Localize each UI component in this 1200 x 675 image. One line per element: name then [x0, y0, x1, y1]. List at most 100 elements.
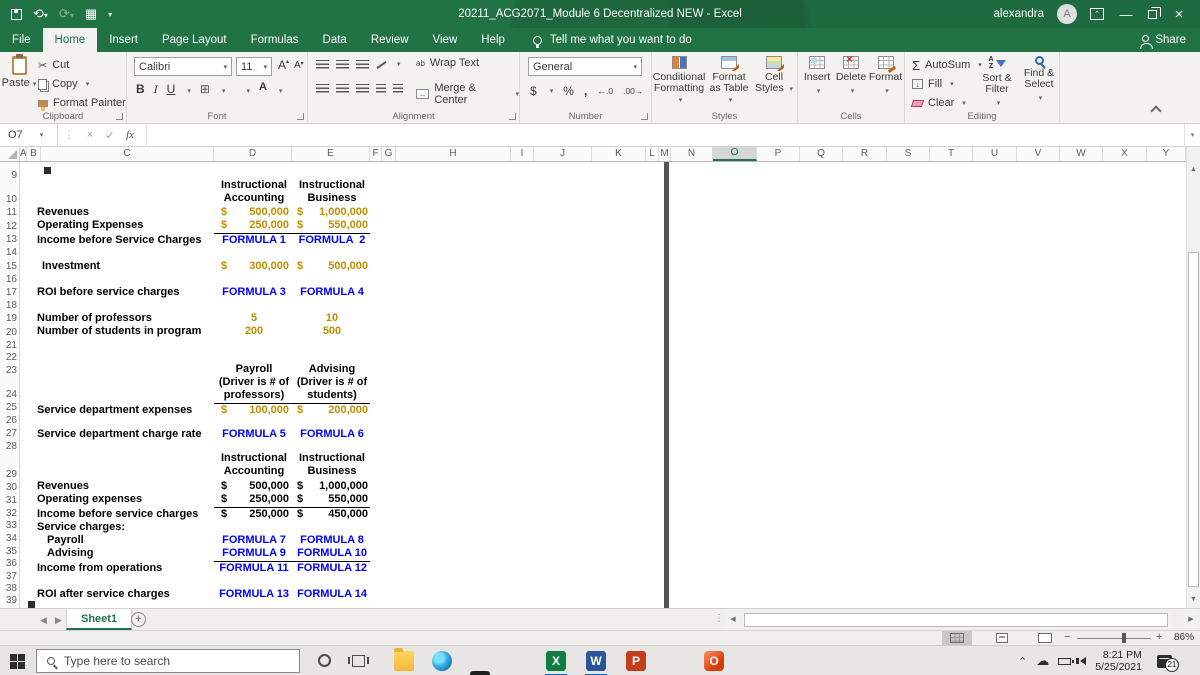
borders-icon[interactable]: ⊞	[200, 82, 210, 96]
copy-button[interactable]: Copy ▾	[38, 75, 126, 93]
column-header-T[interactable]: T	[930, 147, 973, 161]
hidden-icons-chevron[interactable]: ⌃	[1018, 655, 1027, 668]
cell-value[interactable]: $250,000	[221, 219, 289, 232]
cell-value[interactable]: professors)	[214, 389, 294, 402]
cell-value[interactable]: $1,000,000	[297, 480, 368, 493]
font-dialog-launcher[interactable]	[297, 113, 304, 120]
cell-value[interactable]: $200,000	[297, 404, 368, 417]
zoom-slider[interactable]	[1077, 638, 1151, 639]
expand-formula-bar-icon[interactable]: ▾	[1184, 123, 1200, 147]
orientation-icon[interactable]	[376, 61, 387, 69]
cell-value[interactable]: Instructional	[214, 452, 294, 465]
cell-value[interactable]: $1,000,000	[297, 206, 368, 219]
cell-value[interactable]: Business	[292, 192, 372, 205]
cell-value[interactable]: $300,000	[221, 260, 289, 273]
increase-indent-icon[interactable]	[393, 84, 403, 93]
grow-font-icon[interactable]: A▴	[278, 58, 289, 72]
column-header-V[interactable]: V	[1017, 147, 1060, 161]
ribbon-display-options-icon[interactable]: ⌃	[1090, 8, 1104, 20]
page-layout-view-button[interactable]	[987, 631, 1017, 645]
clear-button[interactable]: Clear ▾	[910, 94, 982, 112]
sheet-tab-sheet1[interactable]: Sheet1	[66, 609, 133, 630]
cell-value[interactable]: 10	[292, 312, 372, 325]
next-sheet-icon[interactable]: ▶	[55, 609, 62, 631]
column-header-Q[interactable]: Q	[800, 147, 843, 161]
row-header-14[interactable]: 14	[0, 247, 17, 259]
collapse-ribbon-icon[interactable]	[1150, 105, 1162, 117]
format-as-table-button[interactable]: Format as Table ▾	[706, 56, 752, 106]
cell-value[interactable]: $500,000	[221, 206, 289, 219]
tab-view[interactable]: View	[421, 28, 470, 52]
decrease-indent-icon[interactable]	[376, 84, 386, 93]
font-family-select[interactable]: Calibri ▾	[134, 57, 232, 76]
office-icon[interactable]: O	[704, 651, 724, 671]
account-name[interactable]: alexandra	[993, 8, 1044, 20]
new-sheet-button[interactable]: +	[131, 612, 146, 627]
cell-value[interactable]: FORMULA 8	[292, 534, 372, 547]
decrease-decimal-icon[interactable]: .00→	[623, 86, 643, 96]
vertical-scroll-thumb[interactable]	[1188, 252, 1199, 587]
column-header-I[interactable]: I	[511, 147, 534, 161]
column-header-L[interactable]: L	[646, 147, 659, 161]
cell-value[interactable]: $500,000	[221, 480, 289, 493]
column-header-R[interactable]: R	[843, 147, 887, 161]
cell-value[interactable]: Advising	[292, 363, 372, 376]
underline-icon[interactable]: U	[167, 82, 176, 96]
column-header-E[interactable]: E	[292, 147, 370, 161]
cell-value[interactable]: Instructional	[292, 179, 372, 192]
cell-value[interactable]: FORMULA 14	[292, 588, 372, 601]
normal-view-button[interactable]	[942, 631, 972, 645]
column-header-N[interactable]: N	[671, 147, 713, 161]
tell-me-box[interactable]: Tell me what you want to do	[532, 28, 692, 52]
increase-decimal-icon[interactable]: ←.0	[598, 86, 614, 96]
fill-button[interactable]: ↓ Fill ▾	[912, 75, 982, 93]
row-header-16[interactable]: 16	[0, 274, 17, 286]
cell-value[interactable]: FORMULA 6	[292, 428, 372, 441]
cell-value[interactable]: Instructional	[292, 452, 372, 465]
cell-value[interactable]: Instructional	[214, 179, 294, 192]
number-format-select[interactable]: General ▾	[528, 57, 642, 76]
paste-button[interactable]: Paste ▾	[2, 54, 36, 89]
qat-command-icon[interactable]: ▦	[85, 6, 97, 22]
cell-value[interactable]: FORMULA 11	[214, 562, 294, 575]
redo-icon[interactable]: ⟳▾	[59, 6, 74, 22]
cell-value[interactable]: $500,000	[297, 260, 368, 273]
cell-value[interactable]: 500	[292, 325, 372, 338]
cell-value[interactable]: Payroll	[214, 363, 294, 376]
column-header-Y[interactable]: Y	[1147, 147, 1186, 161]
save-icon[interactable]	[11, 8, 22, 20]
cell-value[interactable]: Accounting	[214, 465, 294, 478]
column-header-D[interactable]: D	[214, 147, 292, 161]
autosum-button[interactable]: Σ AutoSum ▾	[912, 56, 982, 74]
cell-value[interactable]: Business	[292, 465, 372, 478]
cell-value[interactable]: $450,000	[297, 508, 368, 521]
cell-value[interactable]: 5	[214, 312, 294, 325]
cell-value[interactable]: (Driver is # of	[292, 376, 372, 389]
percent-style-icon[interactable]: %	[563, 84, 574, 98]
tab-data[interactable]: Data	[311, 28, 359, 52]
previous-sheet-icon[interactable]: ◀	[40, 609, 47, 631]
column-header-O[interactable]: O	[713, 147, 757, 161]
sort-filter-button[interactable]: AZ Sort & Filter ▾	[977, 56, 1017, 109]
merge-center-button[interactable]: ↔ Merge & Center ▾	[416, 82, 519, 106]
scroll-down-icon[interactable]: ▼	[1187, 592, 1200, 607]
battery-icon[interactable]	[1058, 657, 1075, 665]
restore-button[interactable]	[1148, 6, 1161, 19]
avatar[interactable]: A	[1057, 4, 1077, 24]
cell-value[interactable]: FORMULA 3	[214, 286, 294, 299]
column-header-J[interactable]: J	[534, 147, 592, 161]
cell-value[interactable]: (Driver is # of	[214, 376, 294, 389]
row-header-21[interactable]: 21	[0, 340, 17, 352]
zoom-slider-thumb[interactable]	[1122, 633, 1126, 643]
cell-value[interactable]: $100,000	[221, 404, 289, 417]
cell-value[interactable]: $550,000	[297, 219, 368, 232]
name-box-dropdown-icon[interactable]: ▾	[40, 131, 44, 139]
window-split-bar[interactable]	[664, 162, 669, 608]
conditional-formatting-button[interactable]: Conditional Formatting ▾	[653, 56, 705, 106]
customize-qat-icon[interactable]: ▾	[108, 10, 112, 19]
edge-icon[interactable]	[432, 651, 452, 671]
bold-icon[interactable]: B	[136, 82, 145, 96]
notification-center-icon[interactable]: 21	[1156, 654, 1179, 672]
align-center-icon[interactable]	[336, 84, 349, 93]
scroll-up-icon[interactable]: ▲	[1187, 162, 1200, 177]
